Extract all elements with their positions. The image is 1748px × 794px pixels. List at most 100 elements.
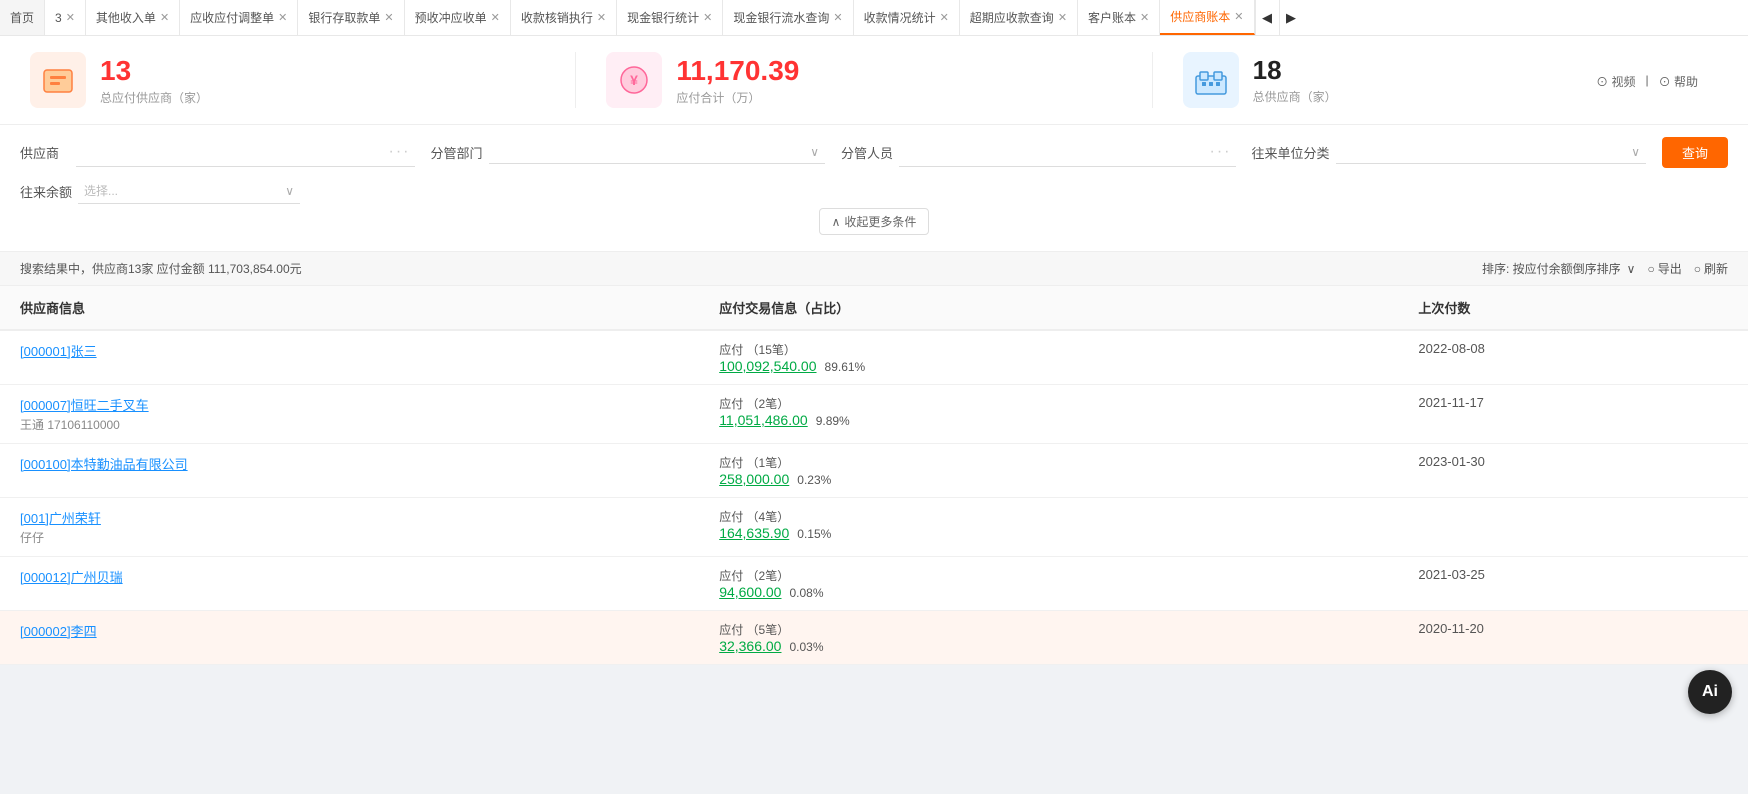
supplier-sub: 王通 17106110000 <box>20 416 679 433</box>
table-row: [000007]恒旺二手叉车王通 17106110000 应付 （2笔） 11,… <box>0 385 1748 444</box>
nav-item-3[interactable]: 3 ✕ <box>45 0 86 35</box>
ap-pct: 89.61% <box>825 360 866 374</box>
summary-label-ap-total: 应付合计（万） <box>676 89 799 106</box>
nav-label-home: 首页 <box>10 9 34 26</box>
ap-amount-row: 11,051,486.00 9.89% <box>719 412 1378 428</box>
summary-bar: 13 总应付供应商（家） ¥ 11,170.39 应付合计（万） <box>0 36 1748 125</box>
nav-close-supplier-ledger[interactable]: ✕ <box>1234 10 1243 23</box>
summary-card-total-suppliers: 18 总供应商（家） ⊙ 视频 | ⊙ 帮助 <box>1153 52 1728 108</box>
refresh-button[interactable]: ○ 刷新 <box>1694 260 1728 277</box>
nav-item-collection-stats[interactable]: 收款情况统计 ✕ <box>854 0 960 35</box>
nav-close-3[interactable]: ✕ <box>66 11 75 24</box>
last-pay-date: 2020-11-20 <box>1418 621 1484 636</box>
summary-help-links: ⊙ 视频 | ⊙ 帮助 <box>1596 71 1698 90</box>
ap-amount-row: 94,600.00 0.08% <box>719 584 1378 600</box>
nav-item-cash-bank-stats[interactable]: 现金银行统计 ✕ <box>617 0 723 35</box>
nav-close-customer-ledger[interactable]: ✕ <box>1140 11 1149 24</box>
nav-arrow-left[interactable]: ◀ <box>1255 0 1279 36</box>
nav-item-other-income[interactable]: 其他收入单 ✕ <box>86 0 180 35</box>
supplier-link[interactable]: [000100]本特勤油品有限公司 <box>20 457 188 472</box>
nav-item-overdue-query[interactable]: 超期应收款查询 ✕ <box>960 0 1078 35</box>
nav-label-3: 3 <box>55 11 62 25</box>
person-label: 分管人员 <box>841 143 893 162</box>
nav-close-cash-bank-stats[interactable]: ✕ <box>703 11 712 24</box>
nav-label-bank-deposit: 银行存取款单 <box>308 9 380 26</box>
supplier-link[interactable]: [001]广州荣轩 <box>20 511 101 526</box>
supplier-info-cell: [000007]恒旺二手叉车王通 17106110000 <box>0 385 699 444</box>
nav-close-prepay-offset[interactable]: ✕ <box>491 11 500 24</box>
last-pay-date: 2022-08-08 <box>1418 341 1485 356</box>
nav-item-ar-ap-adjust[interactable]: 应收应付调整单 ✕ <box>180 0 298 35</box>
ap-amount[interactable]: 32,366.00 <box>719 638 781 654</box>
supplier-link[interactable]: [000002]李四 <box>20 624 97 639</box>
nav-item-collection-exec[interactable]: 收款核销执行 ✕ <box>511 0 617 35</box>
nav-item-bank-deposit[interactable]: 银行存取款单 ✕ <box>298 0 404 35</box>
nav-item-home[interactable]: 首页 <box>0 0 45 35</box>
supplier-info-cell: [000001]张三 <box>0 330 699 385</box>
category-select[interactable]: ∨ <box>1336 141 1646 164</box>
search-button[interactable]: 查询 <box>1662 137 1728 168</box>
nav-close-ar-ap-adjust[interactable]: ✕ <box>278 11 287 24</box>
video-link[interactable]: ⊙ 视频 <box>1596 73 1635 90</box>
ai-label: Ai <box>1702 683 1718 701</box>
filter-person: 分管人员 ··· <box>841 139 1236 167</box>
col-ap-info: 应付交易信息（占比） <box>699 286 1398 330</box>
table-row: [000012]广州贝瑞 应付 （2笔） 94,600.00 0.08% 202… <box>0 557 1748 611</box>
table-header-row: 供应商信息 应付交易信息（占比） 上次付数 <box>0 286 1748 330</box>
table-row: [000001]张三 应付 （15笔） 100,092,540.00 89.61… <box>0 330 1748 385</box>
top-navigation: 首页 3 ✕ 其他收入单 ✕ 应收应付调整单 ✕ 银行存取款单 ✕ 预收冲应收单… <box>0 0 1748 36</box>
balance-select-value: 选择... <box>84 182 118 199</box>
nav-close-bank-deposit[interactable]: ✕ <box>384 11 393 24</box>
nav-item-prepay-offset[interactable]: 预收冲应收单 ✕ <box>405 0 511 35</box>
supplier-table: 供应商信息 应付交易信息（占比） 上次付数 [000001]张三 应付 （15笔… <box>0 286 1748 665</box>
nav-arrow-right[interactable]: ▶ <box>1279 0 1303 36</box>
nav-label-other-income: 其他收入单 <box>96 9 156 26</box>
nav-close-cash-flow-query[interactable]: ✕ <box>833 11 842 24</box>
sort-label[interactable]: 排序: 按应付余额倒序排序∨ <box>1482 260 1635 277</box>
ap-amount[interactable]: 94,600.00 <box>719 584 781 600</box>
collapse-row: ∧ 收起更多条件 <box>20 208 1728 243</box>
dept-select[interactable]: ∨ <box>489 141 825 164</box>
supplier-input[interactable] <box>80 141 389 164</box>
nav-close-collection-stats[interactable]: ✕ <box>940 11 949 24</box>
help-link[interactable]: ⊙ 帮助 <box>1659 73 1698 90</box>
ap-amount[interactable]: 258,000.00 <box>719 471 789 487</box>
nav-close-collection-exec[interactable]: ✕ <box>597 11 606 24</box>
export-button[interactable]: ○ 导出 <box>1647 260 1681 277</box>
collapse-button[interactable]: ∧ 收起更多条件 <box>819 208 930 235</box>
nav-label-customer-ledger: 客户账本 <box>1088 9 1136 26</box>
nav-close-overdue-query[interactable]: ✕ <box>1058 11 1067 24</box>
supplier-link[interactable]: [000001]张三 <box>20 344 97 359</box>
ap-pct: 0.03% <box>789 640 823 654</box>
last-pay-cell: 2022-08-08 <box>1398 330 1748 385</box>
nav-item-cash-flow-query[interactable]: 现金银行流水查询 ✕ <box>723 0 853 35</box>
collapse-icon: ∧ <box>832 215 841 229</box>
nav-close-other-income[interactable]: ✕ <box>160 11 169 24</box>
balance-select[interactable]: 选择... ∨ <box>78 178 300 204</box>
table-row: [000002]李四 应付 （5笔） 32,366.00 0.03% 2020-… <box>0 611 1748 665</box>
ap-label: 应付 （1笔） <box>719 454 1378 471</box>
summary-text-ap-total: 11,170.39 应付合计（万） <box>676 54 799 107</box>
supplier-link[interactable]: [000007]恒旺二手叉车 <box>20 398 149 413</box>
col-last-pay: 上次付数 <box>1398 286 1748 330</box>
nav-item-supplier-ledger[interactable]: 供应商账本 ✕ <box>1160 0 1254 35</box>
ap-info-cell: 应付 （2笔） 11,051,486.00 9.89% <box>699 385 1398 444</box>
ap-label: 应付 （4笔） <box>719 508 1378 525</box>
ap-amount[interactable]: 100,092,540.00 <box>719 358 816 374</box>
nav-label-overdue-query: 超期应收款查询 <box>970 9 1054 26</box>
summary-number-total-suppliers: 18 <box>1253 55 1337 86</box>
last-pay-cell: 2020-11-20 <box>1398 611 1748 665</box>
summary-label-total-suppliers: 总供应商（家） <box>1253 88 1337 105</box>
filter-category: 往来单位分类 ∨ <box>1252 141 1647 164</box>
last-pay-date: 2021-11-17 <box>1418 395 1484 410</box>
svg-text:¥: ¥ <box>630 72 638 88</box>
person-input[interactable] <box>903 141 1210 164</box>
ap-amount[interactable]: 164,635.90 <box>719 525 789 541</box>
ai-badge[interactable]: Ai <box>1688 670 1732 714</box>
filter-area: 供应商 ··· 分管部门 ∨ 分管人员 ··· 往来单位分类 ∨ <box>0 125 1748 252</box>
ap-amount[interactable]: 11,051,486.00 <box>719 412 808 428</box>
supplier-link[interactable]: [000012]广州贝瑞 <box>20 570 123 585</box>
filter-balance: 往来余额 选择... ∨ <box>20 178 300 204</box>
nav-item-customer-ledger[interactable]: 客户账本 ✕ <box>1078 0 1160 35</box>
balance-chevron-icon: ∨ <box>285 184 294 198</box>
